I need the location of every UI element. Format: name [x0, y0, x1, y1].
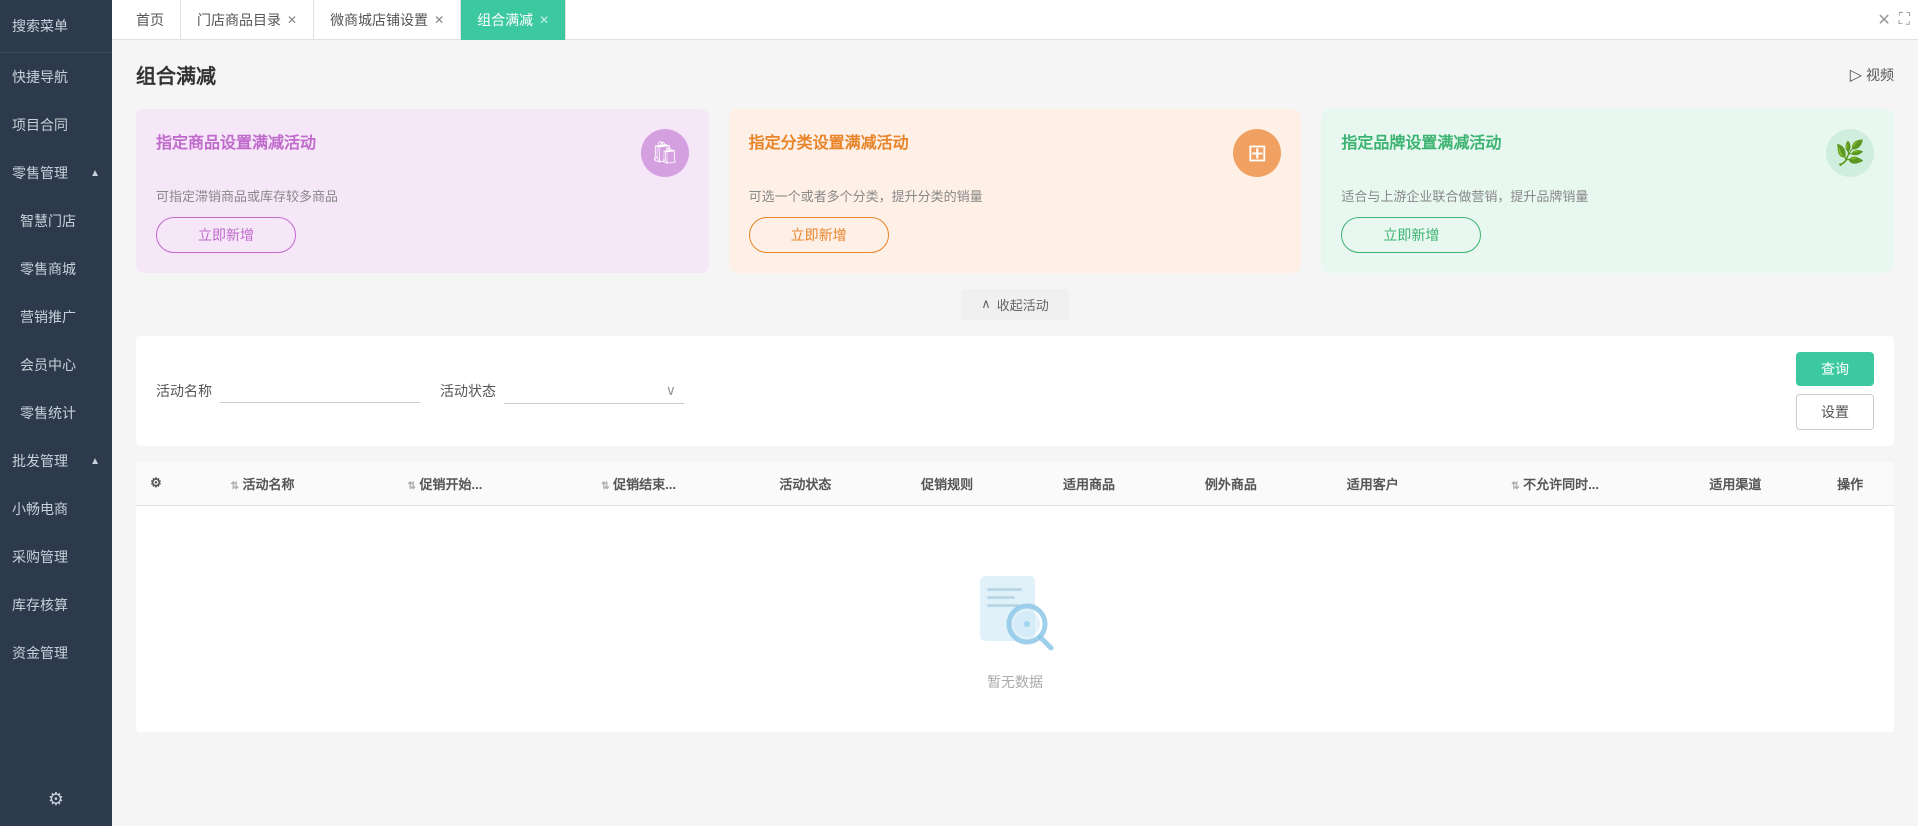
brand-card-header: 指定品牌设置满减活动 🌿 [1341, 129, 1874, 177]
tab-combo-discount-close[interactable]: ✕ [539, 13, 549, 27]
tab-store-catalog-close[interactable]: ✕ [287, 13, 297, 27]
promo-end-sort-icon: ⇅ [601, 481, 609, 492]
sidebar-item-purchase-mgmt[interactable]: 采购管理 [0, 533, 112, 581]
brand-card-title: 指定品牌设置满减活动 [1341, 129, 1501, 153]
table-header-promo-rule: 促销规则 [876, 462, 1018, 506]
sidebar-item-wholesale-mgmt[interactable]: 批发管理 ▲ [0, 437, 112, 485]
tab-store-catalog[interactable]: 门店商品目录 ✕ [181, 0, 314, 40]
sidebar-search[interactable]: 搜索菜单 [0, 0, 112, 53]
gear-icon: ⚙ [150, 475, 162, 490]
table-header-operation: 操作 [1806, 462, 1894, 506]
activity-name-input[interactable] [220, 378, 420, 403]
sidebar-item-inventory-calc[interactable]: 库存核算 [0, 581, 112, 629]
sidebar: 搜索菜单 快捷导航 项目合同 零售管理 ▲ 智慧门店 零售商城 营销推广 会员中… [0, 0, 112, 826]
search-bar: 活动名称 活动状态 ∨ 查询 设置 [136, 336, 1894, 446]
promo-start-sort-icon: ⇅ [407, 481, 415, 492]
sidebar-item-member-center[interactable]: 会员中心 [0, 341, 112, 389]
sidebar-item-xiaochang-ecom[interactable]: 小畅电商 [0, 485, 112, 533]
activity-cards: 指定商品设置满减活动 🛍 可指定滞销商品或库存较多商品 立即新增 指定分类设置满… [136, 109, 1894, 273]
activity-name-field: 活动名称 [156, 378, 420, 403]
gear-icon[interactable]: ⚙ [48, 789, 64, 810]
tab-combo-discount[interactable]: 组合满减 ✕ [461, 0, 566, 40]
table-header-applicable-channel: 适用渠道 [1664, 462, 1806, 506]
sidebar-item-marketing[interactable]: 营销推广 [0, 293, 112, 341]
tab-wechat-shop-close[interactable]: ✕ [434, 13, 444, 27]
category-card-header: 指定分类设置满减活动 ⊞ [749, 129, 1282, 177]
activity-status-select[interactable]: ∨ [504, 378, 684, 404]
table-empty-row: 暂无数据 [136, 505, 1894, 732]
sidebar-item-retail-stats[interactable]: 零售统计 [0, 389, 112, 437]
category-card-icon: ⊞ [1233, 129, 1281, 177]
sidebar-item-retail-mall[interactable]: 零售商城 [0, 245, 112, 293]
page-header: 组合满减 ▷ 视频 [136, 60, 1894, 89]
goods-card-header: 指定商品设置满减活动 🛍 [156, 129, 689, 177]
table-header-activity-name[interactable]: ⇅ 活动名称 [176, 462, 347, 506]
table-header-applicable-goods: 适用商品 [1018, 462, 1160, 506]
tab-wechat-shop-settings[interactable]: 微商城店铺设置 ✕ [314, 0, 461, 40]
retail-management-arrow: ▲ [90, 168, 100, 179]
activity-name-label: 活动名称 [156, 381, 212, 401]
empty-state: 暂无数据 [136, 506, 1894, 732]
sidebar-item-project-contract[interactable]: 项目合同 [0, 101, 112, 149]
leaf-icon: 🌿 [1835, 139, 1865, 168]
goods-card-title: 指定商品设置满减活动 [156, 129, 316, 153]
table-header-gear[interactable]: ⚙ [136, 462, 176, 506]
grid-icon: ⊞ [1247, 139, 1267, 168]
brand-add-button[interactable]: 立即新增 [1341, 217, 1481, 253]
sidebar-item-smart-store[interactable]: 智慧门店 [0, 197, 112, 245]
category-card-desc: 可选一个或者多个分类，提升分类的销量 [749, 187, 1282, 207]
table-header-row: ⚙ ⇅ 活动名称 ⇅ 促销开始... ⇅ 促销结束... [136, 462, 1894, 506]
sidebar-item-fund-mgmt[interactable]: 资金管理 [0, 629, 112, 677]
brand-activity-card: 指定品牌设置满减活动 🌿 适合与上游企业联合做营销，提升品牌销量 立即新增 [1321, 109, 1894, 273]
collapse-arrow-icon: ∧ [981, 296, 991, 312]
category-activity-card: 指定分类设置满减活动 ⊞ 可选一个或者多个分类，提升分类的销量 立即新增 [729, 109, 1302, 273]
table-header-applicable-customer: 适用客户 [1302, 462, 1444, 506]
video-link[interactable]: ▷ 视频 [1850, 65, 1894, 85]
setting-button[interactable]: 设置 [1796, 394, 1874, 430]
table-wrap: ⚙ ⇅ 活动名称 ⇅ 促销开始... ⇅ 促销结束... [136, 462, 1894, 732]
category-add-button[interactable]: 立即新增 [749, 217, 889, 253]
activity-name-sort-icon: ⇅ [231, 481, 239, 492]
close-window-icon[interactable]: ✕ [1877, 10, 1890, 30]
goods-card-desc: 可指定滞销商品或库存较多商品 [156, 187, 689, 207]
table-header-no-overlap[interactable]: ⇅ 不允许同时... [1444, 462, 1665, 506]
activity-status-label: 活动状态 [440, 381, 496, 401]
goods-card-icon: 🛍 [641, 129, 689, 177]
wholesale-mgmt-arrow: ▲ [90, 456, 100, 467]
goods-add-button[interactable]: 立即新增 [156, 217, 296, 253]
content-area: 组合满减 ▷ 视频 指定商品设置满减活动 🛍 可指定滞销商品或库存较多商品 立即… [112, 40, 1918, 826]
page-title: 组合满减 [136, 60, 216, 89]
sidebar-bottom: ⚙ [0, 773, 112, 826]
collapse-button[interactable]: ∧ 收起活动 [961, 289, 1069, 320]
table-header-activity-status: 活动状态 [734, 462, 876, 506]
search-buttons: 查询 设置 [1796, 352, 1874, 430]
table-header-promo-end[interactable]: ⇅ 促销结束... [541, 462, 735, 506]
activity-status-field: 活动状态 ∨ [440, 378, 684, 404]
query-button[interactable]: 查询 [1796, 352, 1874, 386]
empty-illustration [965, 566, 1065, 656]
tab-home[interactable]: 首页 [120, 0, 181, 40]
sidebar-item-quick-nav[interactable]: 快捷导航 [0, 53, 112, 101]
sidebar-item-retail-management[interactable]: 零售管理 ▲ [0, 149, 112, 197]
category-card-title: 指定分类设置满减活动 [749, 129, 909, 153]
brand-card-desc: 适合与上游企业联合做营销，提升品牌销量 [1341, 187, 1874, 207]
chevron-down-icon: ∨ [666, 382, 676, 399]
activity-table: ⚙ ⇅ 活动名称 ⇅ 促销开始... ⇅ 促销结束... [136, 462, 1894, 732]
tabbar-right: ✕ ⛶ [1877, 10, 1910, 30]
bag-icon: 🛍 [651, 140, 679, 166]
play-circle-icon: ▷ [1850, 65, 1862, 85]
collapse-bar: ∧ 收起活动 [136, 289, 1894, 320]
maximize-window-icon[interactable]: ⛶ [1899, 11, 1910, 29]
tabbar: 首页 门店商品目录 ✕ 微商城店铺设置 ✕ 组合满减 ✕ ✕ ⛶ [112, 0, 1918, 40]
no-overlap-sort-icon: ⇅ [1511, 481, 1519, 492]
main-area: 首页 门店商品目录 ✕ 微商城店铺设置 ✕ 组合满减 ✕ ✕ ⛶ 组合满减 ▷ … [112, 0, 1918, 826]
brand-card-icon: 🌿 [1826, 129, 1874, 177]
table-header-promo-start[interactable]: ⇅ 促销开始... [347, 462, 541, 506]
table-header-exception-goods: 例外商品 [1160, 462, 1302, 506]
goods-activity-card: 指定商品设置满减活动 🛍 可指定滞销商品或库存较多商品 立即新增 [136, 109, 709, 273]
empty-text: 暂无数据 [987, 672, 1043, 692]
table-body: 暂无数据 [136, 505, 1894, 732]
